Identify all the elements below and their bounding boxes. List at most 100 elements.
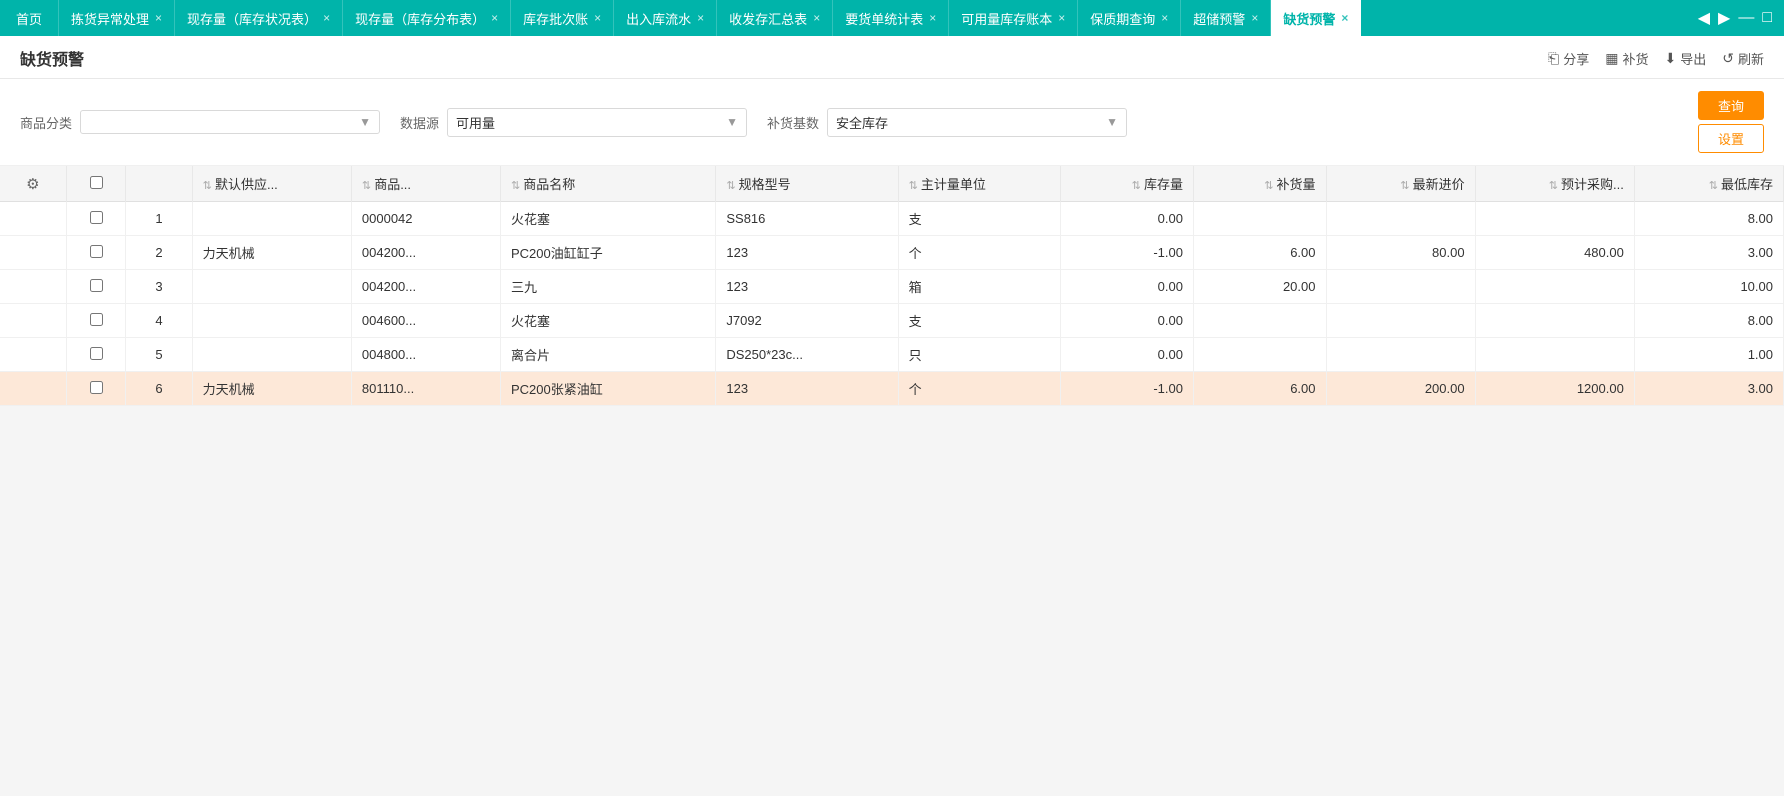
- row-checkbox[interactable]: [90, 279, 103, 292]
- close-tab-5[interactable]: ×: [697, 11, 704, 25]
- replenish-button[interactable]: ▦ 补货: [1605, 49, 1648, 68]
- gear-icon[interactable]: ⚙: [26, 176, 39, 193]
- refresh-button[interactable]: ↺ 刷新: [1722, 49, 1764, 68]
- row-no: 4: [126, 304, 192, 338]
- row-name: PC200张紧油缸: [501, 372, 716, 406]
- row-minstock: 8.00: [1634, 202, 1783, 236]
- share-button[interactable]: ⎗ 分享: [1548, 49, 1589, 68]
- row-spec: 123: [716, 236, 898, 270]
- close-tab-3[interactable]: ×: [491, 11, 498, 25]
- th-price[interactable]: 最新进价: [1326, 166, 1475, 202]
- row-checkbox[interactable]: [90, 245, 103, 258]
- filter-group-basis: 补货基数 安全库存 ▼: [767, 108, 1127, 137]
- row-no: 1: [126, 202, 192, 236]
- row-checkbox[interactable]: [90, 347, 103, 360]
- th-code[interactable]: 商品...: [351, 166, 500, 202]
- row-minstock: 3.00: [1634, 236, 1783, 270]
- row-spec: SS816: [716, 202, 898, 236]
- filter-row: 商品分类 ▼ 数据源 可用量 ▼ 补货基数 安全库存 ▼ 查询 设置: [0, 79, 1784, 166]
- th-supplier[interactable]: 默认供应...: [192, 166, 351, 202]
- replenish-icon: ▦: [1605, 50, 1618, 67]
- nav-tab-7[interactable]: 要货单统计表 ×: [833, 0, 949, 36]
- category-arrow-icon: ▼: [359, 115, 371, 129]
- datasource-select[interactable]: 可用量 ▼: [447, 108, 747, 137]
- row-code: 004600...: [351, 304, 500, 338]
- datasource-label: 数据源: [400, 113, 439, 132]
- row-est: 1200.00: [1475, 372, 1634, 406]
- close-tab-2[interactable]: ×: [323, 11, 330, 25]
- row-supplier: [192, 270, 351, 304]
- row-checkbox-cell[interactable]: [66, 270, 126, 304]
- th-est[interactable]: 预计采购...: [1475, 166, 1634, 202]
- nav-tab-10[interactable]: 超储预警 ×: [1181, 0, 1271, 36]
- th-no: [126, 166, 192, 202]
- row-unit: 个: [898, 372, 1061, 406]
- row-checkbox[interactable]: [90, 313, 103, 326]
- nav-tab-2[interactable]: 现存量（库存状况表） ×: [175, 0, 343, 36]
- row-checkbox[interactable]: [90, 211, 103, 224]
- basis-value: 安全库存: [836, 113, 888, 132]
- th-settings[interactable]: ⚙: [0, 166, 66, 202]
- table-row: 3 004200... 三九 123 箱 0.00 20.00 10.00: [0, 270, 1784, 304]
- settings-button[interactable]: 设置: [1698, 124, 1764, 153]
- row-checkbox-cell[interactable]: [66, 202, 126, 236]
- close-tab-9[interactable]: ×: [1161, 11, 1168, 25]
- close-tab-6[interactable]: ×: [813, 11, 820, 25]
- data-table: ⚙ 默认供应... 商品... 商品名称 规格型号 主计量单位 库存量 补货量 …: [0, 166, 1784, 406]
- nav-tab-11[interactable]: 缺货预警 ×: [1271, 0, 1361, 36]
- category-label: 商品分类: [20, 113, 72, 132]
- close-tab-10[interactable]: ×: [1251, 11, 1258, 25]
- row-no: 3: [126, 270, 192, 304]
- page-title: 缺货预警: [20, 46, 84, 70]
- row-checkbox-cell[interactable]: [66, 236, 126, 270]
- header-actions: ⎗ 分享 ▦ 补货 ⬇ 导出 ↺ 刷新: [1548, 49, 1764, 68]
- th-spec[interactable]: 规格型号: [716, 166, 898, 202]
- nav-tab-9[interactable]: 保质期查询 ×: [1078, 0, 1181, 36]
- row-checkbox-cell[interactable]: [66, 338, 126, 372]
- row-settings-cell: [0, 202, 66, 236]
- close-tab-1[interactable]: ×: [155, 11, 162, 25]
- nav-maximize-icon[interactable]: □: [1762, 9, 1772, 27]
- nav-tab-4[interactable]: 库存批次账 ×: [511, 0, 614, 36]
- row-replenish: 6.00: [1193, 372, 1326, 406]
- nav-tab-5[interactable]: 出入库流水 ×: [614, 0, 717, 36]
- close-tab-4[interactable]: ×: [594, 11, 601, 25]
- nav-minimize-icon[interactable]: —: [1738, 9, 1754, 27]
- row-code: 0000042: [351, 202, 500, 236]
- query-button[interactable]: 查询: [1698, 91, 1764, 120]
- row-no: 2: [126, 236, 192, 270]
- th-replenish[interactable]: 补货量: [1193, 166, 1326, 202]
- category-select[interactable]: ▼: [80, 110, 380, 134]
- row-checkbox-cell[interactable]: [66, 372, 126, 406]
- row-minstock: 8.00: [1634, 304, 1783, 338]
- close-tab-8[interactable]: ×: [1058, 11, 1065, 25]
- row-checkbox-cell[interactable]: [66, 304, 126, 338]
- nav-tab-home[interactable]: 首页: [0, 0, 59, 36]
- close-tab-11[interactable]: ×: [1341, 11, 1348, 25]
- th-unit[interactable]: 主计量单位: [898, 166, 1061, 202]
- row-minstock: 1.00: [1634, 338, 1783, 372]
- row-checkbox[interactable]: [90, 381, 103, 394]
- basis-select[interactable]: 安全库存 ▼: [827, 108, 1127, 137]
- nav-tab-6[interactable]: 收发存汇总表 ×: [717, 0, 833, 36]
- row-est: [1475, 338, 1634, 372]
- row-est: [1475, 304, 1634, 338]
- row-name: 离合片: [501, 338, 716, 372]
- nav-next-icon[interactable]: ▶: [1718, 8, 1730, 28]
- filter-group-datasource: 数据源 可用量 ▼: [400, 108, 747, 137]
- close-tab-7[interactable]: ×: [929, 11, 936, 25]
- row-code: 004200...: [351, 236, 500, 270]
- th-name[interactable]: 商品名称: [501, 166, 716, 202]
- table-body: 1 0000042 火花塞 SS816 支 0.00 8.00 2 力天机械 0…: [0, 202, 1784, 406]
- nav-tab-3[interactable]: 现存量（库存分布表） ×: [343, 0, 511, 36]
- row-supplier: [192, 304, 351, 338]
- th-stock[interactable]: 库存量: [1061, 166, 1194, 202]
- export-button[interactable]: ⬇ 导出: [1665, 49, 1707, 68]
- th-minstock[interactable]: 最低库存: [1634, 166, 1783, 202]
- select-all-checkbox[interactable]: [90, 176, 103, 189]
- nav-tab-8[interactable]: 可用量库存账本 ×: [949, 0, 1078, 36]
- nav-prev-icon[interactable]: ◀: [1698, 8, 1710, 28]
- page-header: 缺货预警 ⎗ 分享 ▦ 补货 ⬇ 导出 ↺ 刷新: [0, 36, 1784, 79]
- table-container: ⚙ 默认供应... 商品... 商品名称 规格型号 主计量单位 库存量 补货量 …: [0, 166, 1784, 406]
- nav-tab-1[interactable]: 拣货异常处理 ×: [59, 0, 175, 36]
